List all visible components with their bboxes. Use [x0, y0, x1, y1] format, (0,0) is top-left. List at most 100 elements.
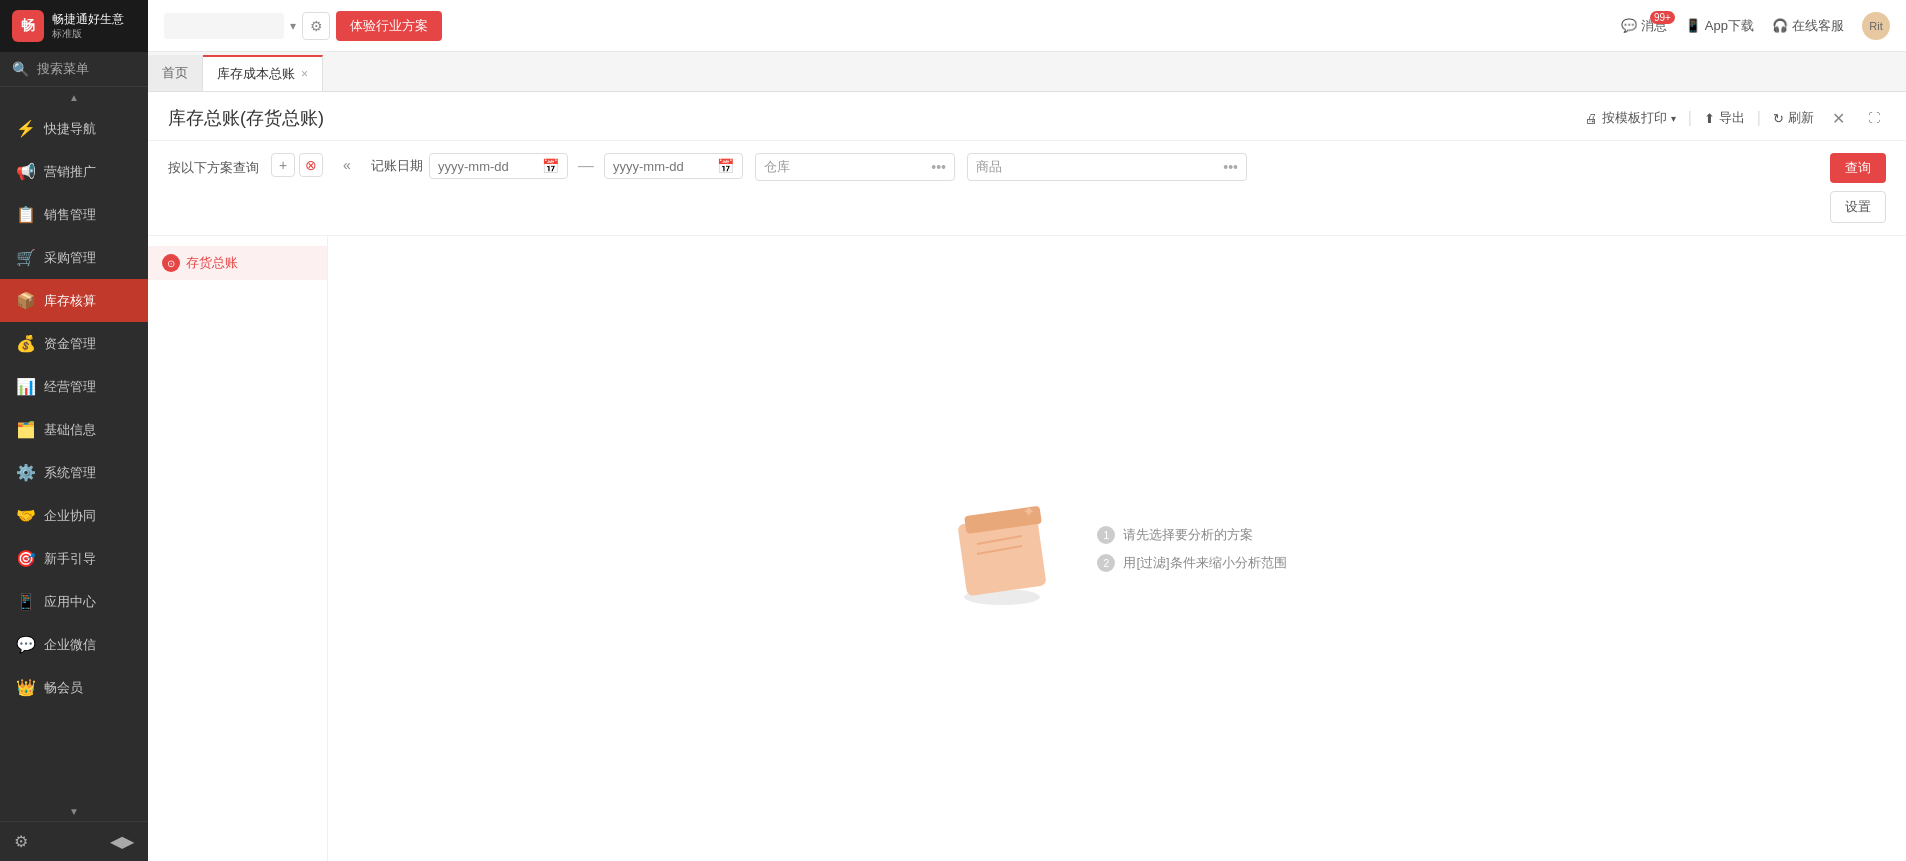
sidebar-item-purchase[interactable]: 🛒 采购管理 [0, 236, 148, 279]
empty-text: 1 请先选择要分析的方案 2 用[过滤]条件来缩小分析范围 [1097, 526, 1286, 572]
page-content: 库存总账(存货总账) 🖨 按模板打印 ▾ | ⬆ 导出 | ↻ 刷新 ✕ [148, 92, 1906, 861]
refresh-btn[interactable]: ↻ 刷新 [1773, 109, 1814, 127]
sidebar-nav: ⚡ 快捷导航 📢 营销推广 📋 销售管理 🛒 采购管理 📦 库存核算 💰 [0, 107, 148, 801]
empty-state: ✦ 1 请先选择要分析的方案 2 用[过滤]条件来缩小分析范围 [328, 236, 1906, 861]
print-dropdown-icon[interactable]: ▾ [1671, 113, 1676, 124]
sidebar-scroll-up[interactable]: ▲ [0, 87, 148, 107]
print-btn[interactable]: 🖨 按模板打印 ▾ [1585, 109, 1676, 127]
sidebar-search[interactable]: 🔍 搜索菜单 [0, 52, 148, 87]
nav-icon-finance: 💰 [16, 334, 34, 353]
sidebar-item-apps[interactable]: 📱 应用中心 [0, 580, 148, 623]
sidebar-item-wechat[interactable]: 💬 企业微信 [0, 623, 148, 666]
app-logo-icon: 畅 [12, 10, 44, 42]
step-2-num: 2 [1097, 554, 1115, 572]
page-title: 库存总账(存货总账) [168, 106, 324, 130]
service-icon: 🎧 [1772, 18, 1788, 33]
step-1-num: 1 [1097, 526, 1115, 544]
sidebar-bottom: ⚙ ◀▶ [0, 821, 148, 861]
app-download-btn[interactable]: 📱 App下载 [1685, 17, 1754, 35]
date-from-wrapper: 📅 [429, 153, 568, 179]
sidebar-item-operations[interactable]: 📊 经营管理 [0, 365, 148, 408]
industry-btn[interactable]: 体验行业方案 [336, 11, 442, 41]
nav-icon-basic: 🗂️ [16, 420, 34, 439]
scheme-item-inventory-ledger[interactable]: ⊙ 存货总账 [148, 246, 327, 280]
app-name-text: 畅捷通好生意 标准版 [52, 12, 124, 41]
empty-step-1: 1 请先选择要分析的方案 [1097, 526, 1286, 544]
svg-text:✦: ✦ [1022, 503, 1035, 520]
tab-home[interactable]: 首页 [148, 55, 203, 91]
date-filter-group: 记账日期 📅 — 📅 [371, 153, 743, 179]
query-button[interactable]: 查询 [1830, 153, 1886, 183]
goods-label: 商品 [976, 158, 1217, 176]
page-header-actions: 🖨 按模板打印 ▾ | ⬆ 导出 | ↻ 刷新 ✕ ⛶ [1585, 106, 1886, 130]
breadcrumb: ▾ ⚙ 体验行业方案 [164, 11, 1611, 41]
nav-icon-wechat: 💬 [16, 635, 34, 654]
header-right: 💬 消息 99+ 📱 App下载 🎧 在线客服 Rit [1621, 12, 1890, 40]
date-from-input[interactable] [438, 159, 538, 174]
filter-add-btn[interactable]: + [271, 153, 295, 177]
header-settings-icon[interactable]: ⚙ [302, 12, 330, 40]
page-header: 库存总账(存货总账) 🖨 按模板打印 ▾ | ⬆ 导出 | ↻ 刷新 ✕ [148, 92, 1906, 141]
filter-label: 按以下方案查询 [168, 153, 259, 177]
export-btn[interactable]: ⬆ 导出 [1704, 109, 1745, 127]
empty-illustration: ✦ [947, 489, 1067, 609]
content-area: ⊙ 存货总账 [148, 236, 1906, 861]
user-avatar[interactable]: Rit [1862, 12, 1890, 40]
nav-icon-operations: 📊 [16, 377, 34, 396]
nav-icon-marketing: 📢 [16, 162, 34, 181]
nav-icon-quick-nav: ⚡ [16, 119, 34, 138]
sidebar-item-marketing[interactable]: 📢 营销推广 [0, 150, 148, 193]
goods-select[interactable]: 商品 ••• [967, 153, 1247, 181]
date-to-wrapper: 📅 [604, 153, 743, 179]
warehouse-more-icon[interactable]: ••• [931, 159, 946, 175]
nav-icon-purchase: 🛒 [16, 248, 34, 267]
sidebar-item-system[interactable]: ⚙️ 系统管理 [0, 451, 148, 494]
date-to-icon[interactable]: 📅 [717, 158, 734, 174]
filter-bar: 按以下方案查询 + ⊗ « 记账日期 📅 — 📅 仓库 • [148, 141, 1906, 236]
online-service-btn[interactable]: 🎧 在线客服 [1772, 17, 1844, 35]
search-icon: 🔍 [12, 61, 29, 77]
sidebar-item-basic[interactable]: 🗂️ 基础信息 [0, 408, 148, 451]
sidebar-item-inventory[interactable]: 📦 库存核算 [0, 279, 148, 322]
breadcrumb-text [164, 13, 284, 39]
message-icon: 💬 [1621, 18, 1637, 33]
messages-btn[interactable]: 💬 消息 99+ [1621, 17, 1667, 35]
sidebar-logo: 畅 畅捷通好生意 标准版 [0, 0, 148, 52]
empty-svg-illustration: ✦ [947, 489, 1067, 609]
sidebar: 畅 畅捷通好生意 标准版 🔍 搜索菜单 ▲ ⚡ 快捷导航 📢 营销推广 📋 销售… [0, 0, 148, 861]
filter-collapse-btn[interactable]: « [335, 153, 359, 177]
goods-more-icon[interactable]: ••• [1223, 159, 1238, 175]
nav-icon-enterprise: 🤝 [16, 506, 34, 525]
sidebar-settings-btn[interactable]: ⚙ [14, 832, 28, 851]
empty-step-2: 2 用[过滤]条件来缩小分析范围 [1097, 554, 1286, 572]
sidebar-item-member[interactable]: 👑 畅会员 [0, 666, 148, 709]
tab-close-btn[interactable]: × [301, 67, 308, 81]
sidebar-nav-wrapper: ▲ ⚡ 快捷导航 📢 营销推广 📋 销售管理 🛒 采购管理 📦 库存核算 [0, 87, 148, 821]
tab-inventory-cost[interactable]: 库存成本总账 × [203, 55, 323, 91]
nav-icon-member: 👑 [16, 678, 34, 697]
sidebar-item-finance[interactable]: 💰 资金管理 [0, 322, 148, 365]
nav-icon-apps: 📱 [16, 592, 34, 611]
date-filter-label: 记账日期 [371, 157, 423, 175]
sidebar-item-guide[interactable]: 🎯 新手引导 [0, 537, 148, 580]
warehouse-select[interactable]: 仓库 ••• [755, 153, 955, 181]
date-to-input[interactable] [613, 159, 713, 174]
sidebar-collapse-btn[interactable]: ◀▶ [110, 832, 134, 851]
close-panel-btn[interactable]: ✕ [1826, 106, 1850, 130]
tab-bar: 首页 库存成本总账 × [148, 52, 1906, 92]
filter-remove-btn[interactable]: ⊗ [299, 153, 323, 177]
nav-icon-guide: 🎯 [16, 549, 34, 568]
warehouse-label: 仓库 [764, 158, 925, 176]
resize-btn[interactable]: ⛶ [1862, 106, 1886, 130]
sidebar-item-quick-nav[interactable]: ⚡ 快捷导航 [0, 107, 148, 150]
filter-action-buttons: 查询 设置 [1830, 153, 1886, 223]
filter-settings-button[interactable]: 设置 [1830, 191, 1886, 223]
nav-icon-sales: 📋 [16, 205, 34, 224]
date-from-icon[interactable]: 📅 [542, 158, 559, 174]
download-icon: 📱 [1685, 18, 1701, 33]
sidebar-scroll-down[interactable]: ▼ [0, 801, 148, 821]
sidebar-item-sales[interactable]: 📋 销售管理 [0, 193, 148, 236]
breadcrumb-dropdown-btn[interactable]: ▾ [290, 19, 296, 33]
sidebar-item-enterprise[interactable]: 🤝 企业协同 [0, 494, 148, 537]
messages-badge: 99+ [1650, 11, 1675, 24]
